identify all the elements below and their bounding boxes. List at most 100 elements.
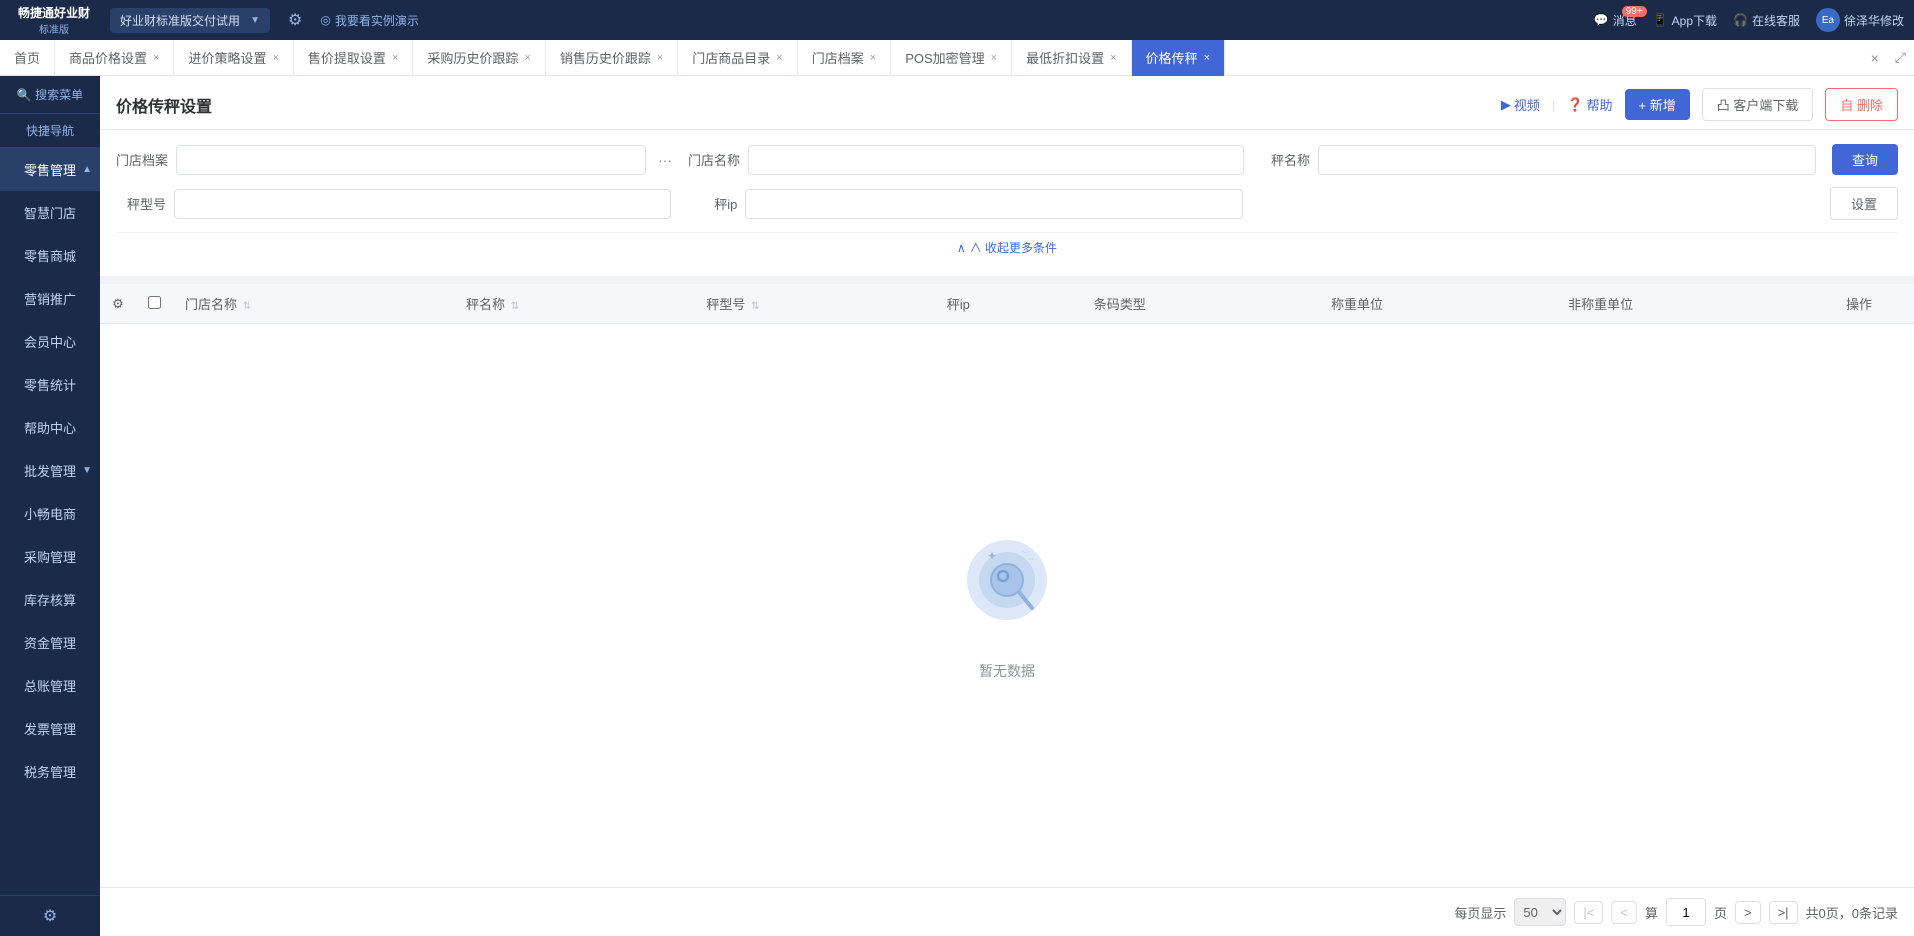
per-page-select[interactable]: 50 10 20 100 <box>1514 898 1566 926</box>
search-label: 搜索菜单 <box>35 88 83 102</box>
close-window-button[interactable]: × <box>1863 40 1887 76</box>
message-button[interactable]: 💬 消息 99+ <box>1594 12 1637 29</box>
top-bar: 畅捷通好业财 标准版 好业财标准版交付试用 ▼ ⚙ ◎ 我要看实例演示 💬 消息… <box>0 0 1914 40</box>
tab-goods-price[interactable]: 商品价格设置 × <box>55 40 174 76</box>
page-number-input[interactable] <box>1666 898 1706 926</box>
sidebar-item-inventory[interactable]: 库存核算 <box>0 578 100 621</box>
sidebar-item-help[interactable]: 帮助中心 <box>0 406 100 449</box>
collapse-bar[interactable]: ∧ ∧ 收起更多条件 <box>116 232 1898 262</box>
prev-page-button[interactable]: < <box>1611 901 1637 924</box>
close-icon[interactable]: × <box>272 52 278 64</box>
tab-store-catalog[interactable]: 门店商品目录 × <box>678 40 797 76</box>
scale-ip-input[interactable] <box>745 189 1242 219</box>
tab-min-discount[interactable]: 最低折扣设置 × <box>1012 40 1131 76</box>
tab-price-scale-label: 价格传秤 <box>1146 48 1198 67</box>
scale-name-input[interactable] <box>1318 145 1816 175</box>
close-icon[interactable]: × <box>524 52 530 64</box>
per-page-label: 每页显示 <box>1454 903 1506 922</box>
tab-home[interactable]: 首页 <box>0 40 55 76</box>
sidebar-item-tax[interactable]: 税务管理 <box>0 750 100 793</box>
sidebar-item-finance[interactable]: 资金管理 <box>0 621 100 664</box>
sidebar-item-ecommerce[interactable]: 小畅电商 <box>0 492 100 535</box>
store-profile-input[interactable] <box>176 145 646 175</box>
tab-sale-history[interactable]: 销售历史价跟踪 × <box>546 40 678 76</box>
sidebar-gear-icon[interactable]: ⚙ <box>43 908 57 925</box>
tab-purchase-history[interactable]: 采购历史价跟踪 × <box>413 40 545 76</box>
sidebar-item-member[interactable]: 会员中心 <box>0 320 100 363</box>
th-barcode-type: 条码类型 <box>1082 284 1319 324</box>
scale-ip-label: 秤ip <box>687 194 737 213</box>
sidebar-item-wholesale[interactable]: 批发管理 ▼ <box>0 449 100 492</box>
delete-button[interactable]: 自 删除 <box>1825 88 1898 121</box>
app-label: App下载 <box>1672 12 1717 29</box>
th-scale-model: 秤型号 ⇅ <box>694 284 934 324</box>
sidebar-item-purchase[interactable]: 采购管理 <box>0 535 100 578</box>
tab-min-discount-label: 最低折扣设置 <box>1026 48 1104 67</box>
close-icon[interactable]: × <box>1110 52 1116 64</box>
sidebar-item-purchase-label: 采购管理 <box>24 547 76 566</box>
sidebar-item-smart-store-label: 智慧门店 <box>24 203 76 222</box>
close-icon[interactable]: × <box>153 52 159 64</box>
user-name: 徐泽华修改 <box>1844 12 1904 29</box>
sidebar-item-retail[interactable]: 零售管理 ▲ <box>0 148 100 191</box>
sidebar-item-retail-mall-label: 零售商城 <box>24 246 76 265</box>
empty-state: ✦ ~ ~ 暂无数据 <box>100 324 1914 887</box>
close-icon[interactable]: × <box>991 52 997 64</box>
th-barcode-type-label: 条码类型 <box>1094 297 1146 312</box>
next-page-button[interactable]: > <box>1735 901 1761 924</box>
th-non-weight-unit: 非称重单位 <box>1556 284 1834 324</box>
empty-text: 暂无数据 <box>979 661 1035 681</box>
sidebar-search[interactable]: 🔍 搜索菜单 <box>0 76 100 114</box>
close-icon[interactable]: × <box>1204 52 1210 64</box>
sidebar-item-smart-store[interactable]: 智慧门店 <box>0 191 100 234</box>
close-icon[interactable]: × <box>776 52 782 64</box>
select-all-checkbox[interactable] <box>148 296 161 309</box>
close-icon[interactable]: × <box>657 52 663 64</box>
app-download-button[interactable]: 📱 App下载 <box>1653 12 1717 29</box>
set-button[interactable]: 设置 <box>1830 187 1898 220</box>
user-menu[interactable]: Ea 徐泽华修改 <box>1816 8 1904 32</box>
store-name-input[interactable] <box>748 145 1244 175</box>
ellipsis-icon[interactable]: ··· <box>658 152 672 168</box>
close-icon[interactable]: × <box>870 52 876 64</box>
tab-price-scale[interactable]: 价格传秤 × <box>1132 40 1225 76</box>
sidebar-quick-nav[interactable]: 快捷导航 <box>0 114 100 148</box>
sidebar-item-invoice[interactable]: 发票管理 <box>0 707 100 750</box>
online-service-button[interactable]: 🎧 在线客服 <box>1733 12 1800 29</box>
search-button[interactable]: 查询 <box>1832 144 1898 175</box>
th-weight-unit: 称重单位 <box>1319 284 1556 324</box>
sidebar-item-wholesale-label: 批发管理 <box>24 461 76 480</box>
tab-pos-encrypt[interactable]: POS加密管理 × <box>891 40 1012 76</box>
page-header: 价格传秤设置 ▶ 视频 | ❓ 帮助 + 新增 凸 客户端下载 <box>100 76 1914 130</box>
sidebar-item-retail-mall[interactable]: 零售商城 <box>0 234 100 277</box>
version-selector[interactable]: 好业财标准版交付试用 ▼ <box>110 8 270 33</box>
scale-model-input[interactable] <box>174 189 671 219</box>
fullscreen-button[interactable]: ⤢ <box>1887 40 1914 76</box>
last-page-button[interactable]: >| <box>1769 901 1798 924</box>
video-link[interactable]: ▶ 视频 <box>1501 95 1540 114</box>
settings-icon-button[interactable]: ⚙ <box>282 8 308 32</box>
sidebar-item-marketing[interactable]: 营销推广 <box>0 277 100 320</box>
tab-purchase-strategy[interactable]: 进价策略设置 × <box>174 40 293 76</box>
tab-sale-price[interactable]: 售价提取设置 × <box>294 40 413 76</box>
sidebar-item-marketing-label: 营销推广 <box>24 289 76 308</box>
tab-store-profile[interactable]: 门店档案 × <box>798 40 891 76</box>
th-store-name-label: 门店名称 <box>185 297 237 312</box>
demo-link[interactable]: ◎ 我要看实例演示 <box>320 12 419 29</box>
sidebar-item-inventory-label: 库存核算 <box>24 590 76 609</box>
help-link[interactable]: ❓ 帮助 <box>1567 95 1612 114</box>
sidebar-item-retail-label: 零售管理 <box>24 160 76 179</box>
store-name-label: 门店名称 <box>688 150 740 169</box>
tab-purchase-strategy-label: 进价策略设置 <box>188 48 266 67</box>
sidebar-item-retail-stats[interactable]: 零售统计 <box>0 363 100 406</box>
table-gear-icon[interactable]: ⚙ <box>112 296 124 311</box>
close-icon[interactable]: × <box>392 52 398 64</box>
first-page-button[interactable]: |< <box>1574 901 1603 924</box>
sidebar-item-ledger[interactable]: 总账管理 <box>0 664 100 707</box>
add-button[interactable]: + 新增 <box>1625 89 1690 120</box>
svg-text:~: ~ <box>1029 555 1034 564</box>
sidebar-item-help-label: 帮助中心 <box>24 418 76 437</box>
tab-goods-price-label: 商品价格设置 <box>69 48 147 67</box>
sidebar-item-member-label: 会员中心 <box>24 332 76 351</box>
download-button[interactable]: 凸 客户端下载 <box>1702 88 1814 121</box>
